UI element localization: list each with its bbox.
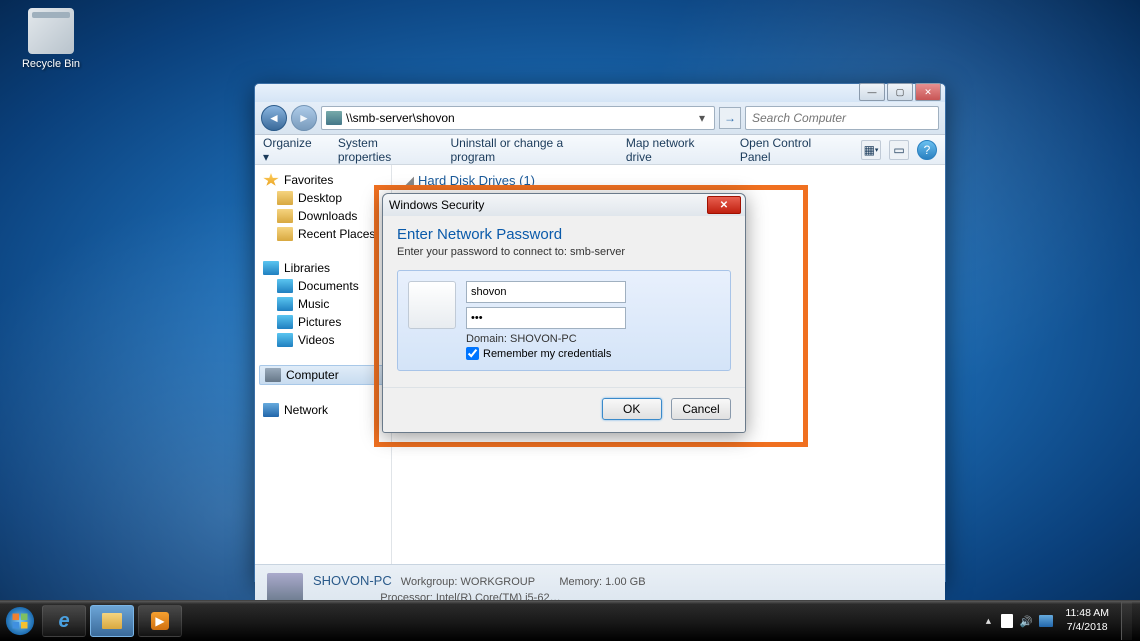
explorer-icon	[102, 613, 122, 629]
credential-panel: Domain: SHOVON-PC Remember my credential…	[397, 270, 731, 371]
sidebar-item-recent[interactable]: Recent Places	[259, 225, 387, 243]
sidebar-libraries[interactable]: Libraries	[259, 259, 387, 277]
sidebar-item-videos[interactable]: Videos	[259, 331, 387, 349]
sidebar-item-documents[interactable]: Documents	[259, 277, 387, 295]
user-avatar-icon	[408, 281, 456, 329]
username-input[interactable]	[466, 281, 626, 303]
sidebar-item-network[interactable]: Network	[259, 401, 387, 419]
folder-icon	[277, 315, 293, 329]
help-icon[interactable]: ?	[917, 140, 937, 160]
open-control-panel-button[interactable]: Open Control Panel	[740, 136, 843, 164]
media-player-icon: ▶	[151, 612, 169, 630]
folder-icon	[277, 209, 293, 223]
password-input[interactable]	[466, 307, 626, 329]
refresh-button[interactable]: →	[719, 107, 741, 129]
view-options-icon[interactable]: ▦▾	[861, 140, 881, 160]
folder-icon	[277, 279, 293, 293]
search-input[interactable]	[745, 106, 939, 130]
taskbar-clock[interactable]: 11:48 AM 7/4/2018	[1059, 607, 1115, 634]
computer-name: SHOVON-PC	[313, 573, 392, 588]
cancel-button[interactable]: Cancel	[671, 398, 731, 420]
address-text: \\smb-server\shovon	[346, 111, 455, 125]
sidebar-item-desktop[interactable]: Desktop	[259, 189, 387, 207]
preview-pane-icon[interactable]: ▭	[889, 140, 909, 160]
star-icon	[263, 173, 279, 187]
dialog-close-button[interactable]: ✕	[707, 196, 741, 214]
memory-value: 1.00 GB	[605, 576, 645, 588]
system-properties-button[interactable]: System properties	[338, 136, 433, 164]
sidebar-item-pictures[interactable]: Pictures	[259, 313, 387, 331]
map-network-drive-button[interactable]: Map network drive	[626, 136, 722, 164]
command-bar: Organize ▾ System properties Uninstall o…	[255, 135, 945, 165]
folder-icon	[277, 227, 293, 241]
sidebar-item-downloads[interactable]: Downloads	[259, 207, 387, 225]
window-close-button[interactable]: ✕	[915, 83, 941, 101]
ie-icon: e	[58, 610, 69, 633]
workgroup-label: Workgroup:	[401, 576, 458, 588]
navigation-bar: ◄ ► \\smb-server\shovon ▾ →	[255, 102, 945, 135]
folder-icon	[277, 191, 293, 205]
workgroup-value: WORKGROUP	[461, 576, 535, 588]
sidebar-item-computer[interactable]: Computer	[259, 365, 387, 385]
organize-menu[interactable]: Organize ▾	[263, 136, 320, 164]
folder-icon	[277, 333, 293, 347]
section-header[interactable]: ◢Hard Disk Drives (1)	[404, 171, 933, 191]
domain-label: Domain: SHOVON-PC	[466, 333, 720, 345]
memory-label: Memory:	[559, 576, 602, 588]
network-icon	[263, 403, 279, 417]
taskbar-media-player[interactable]: ▶	[138, 605, 182, 637]
dialog-titlebar[interactable]: Windows Security ✕	[383, 194, 745, 216]
desktop-recycle-bin[interactable]: Recycle Bin	[18, 8, 84, 70]
recycle-bin-label: Recycle Bin	[18, 58, 84, 70]
dialog-subheading: Enter your password to connect to: smb-s…	[397, 246, 731, 258]
dialog-title-text: Windows Security	[389, 198, 484, 212]
network-tray-icon[interactable]	[1039, 615, 1053, 627]
minimize-button[interactable]: —	[859, 83, 885, 101]
start-button[interactable]	[0, 601, 40, 641]
clock-time: 11:48 AM	[1065, 607, 1109, 621]
sidebar-item-music[interactable]: Music	[259, 295, 387, 313]
remember-check-input[interactable]	[466, 347, 479, 360]
show-hidden-icons[interactable]: ▴	[981, 614, 995, 628]
remember-credentials-checkbox[interactable]: Remember my credentials	[466, 347, 720, 360]
libraries-icon	[263, 261, 279, 275]
dialog-heading: Enter Network Password	[397, 226, 731, 243]
forward-button[interactable]: ►	[291, 105, 317, 131]
show-desktop-button[interactable]	[1121, 602, 1132, 640]
action-center-icon[interactable]	[1001, 614, 1013, 628]
computer-icon	[326, 111, 342, 125]
window-titlebar[interactable]: — ▢ ✕	[255, 84, 945, 102]
navigation-pane: Favorites Desktop Downloads Recent Place…	[255, 165, 392, 564]
recycle-bin-icon	[28, 8, 74, 54]
system-tray: ▴ 🔊 11:48 AM 7/4/2018	[981, 602, 1140, 640]
uninstall-program-button[interactable]: Uninstall or change a program	[450, 136, 607, 164]
back-button[interactable]: ◄	[261, 105, 287, 131]
ok-button[interactable]: OK	[602, 398, 662, 420]
maximize-button[interactable]: ▢	[887, 83, 913, 101]
taskbar-ie[interactable]: e	[42, 605, 86, 637]
clock-date: 7/4/2018	[1065, 621, 1109, 635]
credentials-dialog: Windows Security ✕ Enter Network Passwor…	[382, 193, 746, 433]
taskbar: e ▶ ▴ 🔊 11:48 AM 7/4/2018	[0, 600, 1140, 641]
address-bar[interactable]: \\smb-server\shovon ▾	[321, 106, 715, 130]
windows-logo-icon	[5, 606, 35, 636]
sidebar-favorites[interactable]: Favorites	[259, 171, 387, 189]
computer-icon	[265, 368, 281, 382]
volume-icon[interactable]: 🔊	[1019, 614, 1033, 628]
folder-icon	[277, 297, 293, 311]
address-dropdown[interactable]: ▾	[694, 111, 710, 125]
taskbar-explorer[interactable]	[90, 605, 134, 637]
